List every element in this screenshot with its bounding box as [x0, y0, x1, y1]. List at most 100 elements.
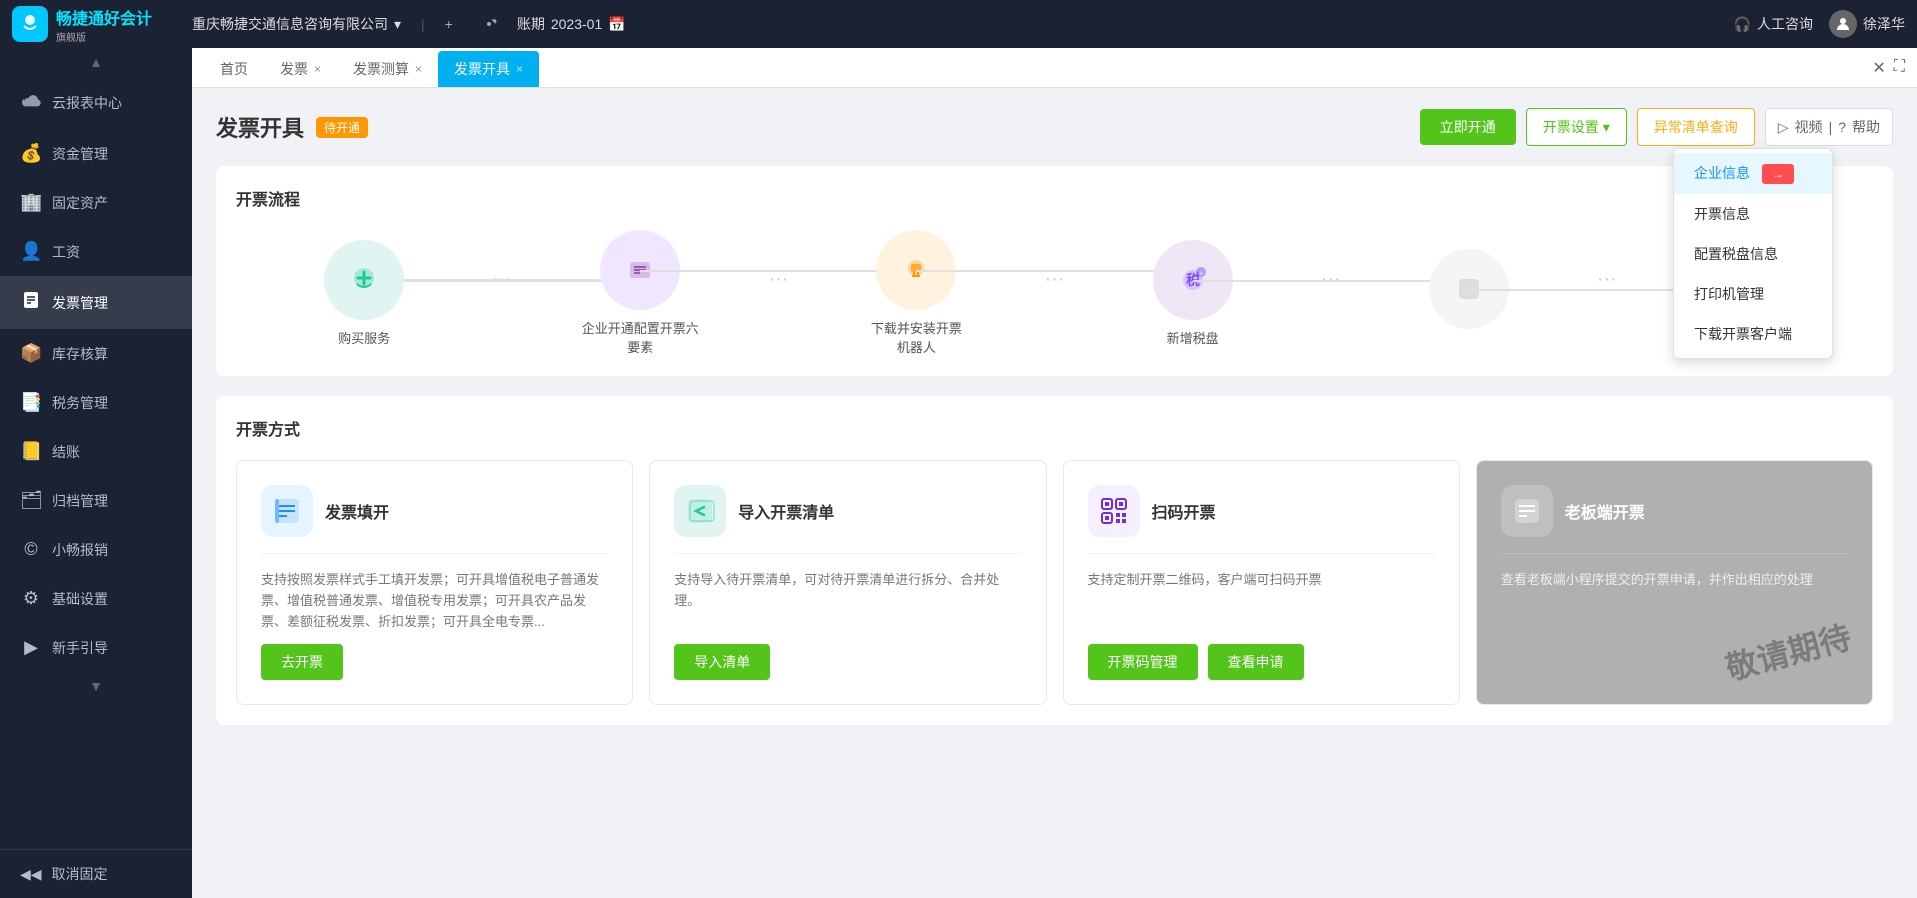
abnormal-list-button[interactable]: 异常清单查询 — [1637, 108, 1755, 146]
sidebar-item-invoice[interactable]: 发票管理 — [0, 276, 192, 329]
method-card-qr: 扫码开票 支持定制开票二维码，客户端可扫码开票 开票码管理 查看申请 — [1063, 460, 1460, 705]
method-btn-3a[interactable]: 开票码管理 — [1088, 644, 1198, 680]
method-btn-3b[interactable]: 查看申请 — [1208, 644, 1304, 680]
sidebar-item-cloud-reports[interactable]: 云报表中心 — [0, 76, 192, 129]
status-badge: 待开通 — [316, 117, 368, 138]
tab-maximize-btn[interactable]: ⛶ — [1894, 58, 1905, 78]
method-icon-boss — [1501, 485, 1553, 537]
help-icon: ? — [1838, 119, 1846, 135]
method-header-2: 导入开票清单 — [674, 485, 1021, 537]
dropdown-label: 企业信息 — [1694, 165, 1750, 181]
sidebar-item-inventory[interactable]: 📦 库存核算 — [0, 329, 192, 378]
support-button[interactable]: 🎧 人工咨询 — [1734, 14, 1813, 34]
method-card-import: 导入开票清单 支持导入待开票清单，可对待开票清单进行拆分、合并处理。 导入清单 — [649, 460, 1046, 705]
tab-home[interactable]: 首页 — [204, 51, 264, 87]
sidebar-item-payroll[interactable]: 👤 工资 — [0, 227, 192, 276]
dropdown-item-tax-config[interactable]: 配置税盘信息 — [1674, 234, 1832, 274]
sidebar-item-label: 云报表中心 — [52, 93, 122, 113]
tab-invoice-open-close[interactable]: × — [516, 62, 523, 76]
methods-section: 开票方式 — [216, 396, 1893, 725]
settings-dropdown-button[interactable]: 开票设置 ▾ — [1526, 108, 1627, 146]
company-selector[interactable]: 重庆畅捷交通信息咨询有限公司 ▾ — [184, 10, 409, 38]
sidebar-item-label: 工资 — [52, 242, 80, 262]
sidebar-item-label: 归档管理 — [52, 491, 108, 511]
add-button[interactable]: + — [437, 12, 461, 36]
method-btn-2[interactable]: 导入清单 — [674, 644, 770, 680]
activate-button[interactable]: 立即开通 — [1420, 109, 1516, 145]
tab-invoice-calc[interactable]: 发票测算 × — [337, 51, 438, 87]
dropdown-label: 配置税盘信息 — [1694, 246, 1778, 262]
sidebar-item-expense[interactable]: © 小畅报销 — [0, 525, 192, 574]
step-1-icon — [324, 240, 404, 320]
dropdown-item-printer[interactable]: 打印机管理 — [1674, 274, 1832, 314]
page-title: 发票开具 — [216, 111, 304, 143]
connector-5: ··· — [1597, 268, 1617, 291]
logo-area: 畅捷通好会计 旗舰版 — [12, 5, 172, 44]
method-header-4: 老板端开票 — [1501, 485, 1848, 537]
page-title-area: 发票开具 待开通 — [216, 111, 368, 143]
calendar-icon[interactable]: 📅 — [608, 16, 625, 33]
sidebar-unpin[interactable]: ◀◀ 取消固定 — [0, 849, 192, 898]
method-title-4: 老板端开票 — [1565, 499, 1645, 523]
step-3-icon — [876, 230, 956, 310]
tab-invoice-open-label: 发票开具 — [454, 59, 510, 79]
sidebar-item-finance[interactable]: 💰 资金管理 — [0, 129, 192, 178]
svg-text:→: → — [1772, 167, 1784, 181]
flow-step-1: 购买服务 — [236, 240, 492, 347]
settings-button[interactable] — [473, 12, 505, 36]
tab-close-btn[interactable]: ✕ — [1872, 58, 1885, 78]
tax-icon: 📑 — [20, 392, 42, 413]
sidebar-item-closing[interactable]: 📒 结账 — [0, 427, 192, 476]
payment-methods-grid: 发票填开 支持按照发票样式手工填开发票；可开具增值税电子普通发票、增值税普通发票… — [236, 460, 1873, 705]
method-icon-fill — [261, 485, 313, 537]
tab-invoice-close[interactable]: × — [314, 62, 321, 76]
method-btn-1[interactable]: 去开票 — [261, 644, 343, 680]
method-icon-import — [674, 485, 726, 537]
methods-section-title: 开票方式 — [236, 416, 1873, 440]
sidebar-scroll-down[interactable]: ▼ — [0, 672, 192, 700]
page-header: 发票开具 待开通 立即开通 开票设置 ▾ 异常清单查询 ▷ 视频 — [216, 108, 1893, 146]
dropdown-label: 开票信息 — [1694, 206, 1750, 222]
svg-text:+: + — [1198, 269, 1203, 278]
company-name: 重庆畅捷交通信息咨询有限公司 — [192, 14, 388, 34]
sidebar-item-archive[interactable]: 🗂 归档管理 — [0, 476, 192, 525]
logo-text: 畅捷通好会计 旗舰版 — [56, 5, 152, 44]
dropdown-item-download[interactable]: 下载开票客户端 — [1674, 314, 1832, 354]
tab-invoice[interactable]: 发票 × — [264, 51, 337, 87]
tab-invoice-open[interactable]: 发票开具 × — [438, 51, 539, 87]
app-container: 畅捷通好会计 旗舰版 重庆畅捷交通信息咨询有限公司 ▾ | + 账期 2023-… — [0, 0, 1917, 898]
flow-section-title: 开票流程 — [236, 186, 1873, 210]
tab-invoice-calc-close[interactable]: × — [415, 62, 422, 76]
help-label: 帮助 — [1852, 117, 1880, 137]
dropdown-label: 下载开票客户端 — [1694, 326, 1792, 342]
step-2-label: 企业开通配置开票六要素 — [580, 318, 700, 356]
payroll-icon: 👤 — [20, 241, 42, 262]
sidebar-item-settings[interactable]: ⚙ 基础设置 — [0, 574, 192, 623]
step-4-label: 新增税盘 — [1167, 328, 1219, 347]
app-sub: 旗舰版 — [56, 29, 152, 44]
settings-icon: ⚙ — [20, 588, 42, 609]
sidebar-item-label: 基础设置 — [52, 589, 108, 609]
sidebar-item-tax[interactable]: 📑 税务管理 — [0, 378, 192, 427]
sidebar-item-guide[interactable]: ▶ 新手引导 — [0, 623, 192, 672]
dropdown-item-company[interactable]: 企业信息 → — [1674, 153, 1832, 194]
play-icon: ▷ — [1778, 119, 1789, 136]
method-card-boss: 老板端开票 查看老板端小程序提交的开票申请，并作出相应的处理 敬请期待 — [1476, 460, 1873, 705]
avatar — [1829, 10, 1857, 38]
settings-dropdown-menu: 企业信息 → 开票信息 — [1673, 148, 1833, 359]
step-5-icon — [1429, 249, 1509, 329]
video-help-button[interactable]: ▷ 视频 | ? 帮助 — [1765, 108, 1893, 146]
step-4-icon: 税 + — [1153, 240, 1233, 320]
divider: | — [421, 16, 425, 32]
user-button[interactable]: 徐泽华 — [1829, 10, 1905, 38]
method-desc-1: 支持按照发票样式手工填开发票；可开具增值税电子普通发票、增值税普通发票、增值税专… — [261, 570, 608, 632]
method-header-1: 发票填开 — [261, 485, 608, 537]
dropdown-item-invoice-info[interactable]: 开票信息 — [1674, 194, 1832, 234]
page-content: 发票开具 待开通 立即开通 开票设置 ▾ 异常清单查询 ▷ 视频 — [192, 88, 1917, 898]
step-3-label: 下载并安装开票机器人 — [866, 318, 966, 356]
sidebar-scroll-up[interactable]: ▲ — [0, 48, 192, 76]
user-name: 徐泽华 — [1863, 14, 1905, 34]
sidebar-item-assets[interactable]: 🏢 固定资产 — [0, 178, 192, 227]
user-area: 🎧 人工咨询 徐泽华 — [1734, 10, 1905, 38]
sidebar-item-label: 资金管理 — [52, 144, 108, 164]
